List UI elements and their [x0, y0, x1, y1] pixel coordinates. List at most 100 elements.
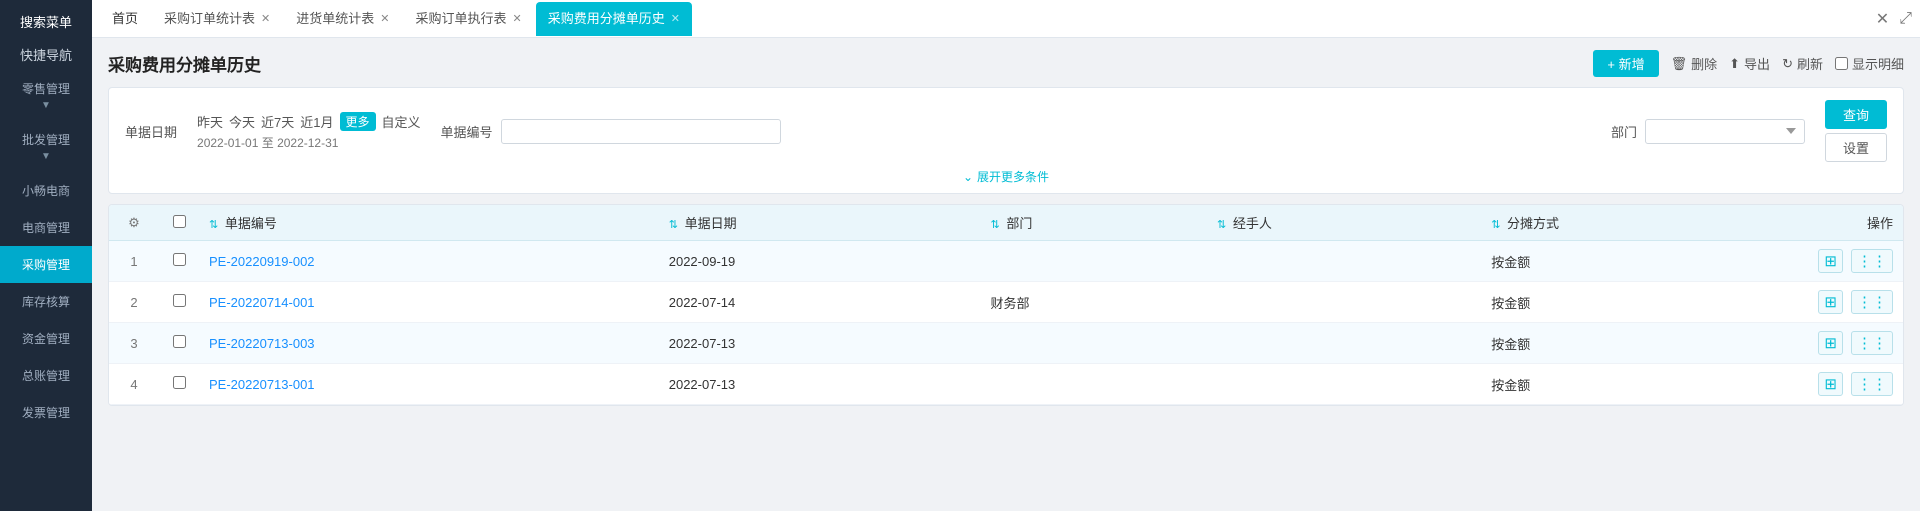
- table-header-row: ⚙ ⇅ 单据编号 ⇅ 单据日期: [109, 205, 1903, 241]
- shortcut-today[interactable]: 今天: [229, 112, 255, 131]
- row-checkbox[interactable]: [173, 253, 186, 266]
- shortcut-custom[interactable]: 自定义: [382, 112, 421, 131]
- doc-no-filter: 单据编号: [441, 119, 1591, 144]
- toolbar: + 新增 🗑 删除 ⬆ 导出 ↻ 刷新 显示明细: [1593, 50, 1904, 77]
- doc-no-link[interactable]: PE-20220713-001: [209, 377, 315, 392]
- sidebar-item-wholesale[interactable]: 批发管理 ▼: [0, 121, 92, 172]
- col-alloc-method: ⇅ 分摊方式: [1481, 205, 1803, 241]
- query-actions: 查询 设置: [1825, 100, 1887, 162]
- cell-checkbox: [159, 241, 199, 282]
- edit-icon[interactable]: ⋮⋮: [1851, 290, 1893, 314]
- cell-doc-date: 2022-07-13: [659, 364, 981, 405]
- fullscreen-icon[interactable]: ⤢: [1899, 10, 1912, 28]
- cell-doc-date: 2022-09-19: [659, 241, 981, 282]
- cell-checkbox: [159, 364, 199, 405]
- col-checkbox: [159, 205, 199, 241]
- sidebar-item-search[interactable]: 搜索菜单: [0, 0, 92, 39]
- edit-icon[interactable]: ⋮⋮: [1851, 249, 1893, 273]
- filter-row: 单据日期 昨天 今天 近7天 近1月 更多 自定义 2022-01-01 至 2…: [125, 100, 1887, 162]
- table-row: 4 PE-20220713-001 2022-07-13 按金额 ⊞ ⋮⋮: [109, 364, 1903, 405]
- col-handler: ⇅ 经手人: [1207, 205, 1481, 241]
- date-range-text: 2022-01-01 至 2022-12-31: [197, 134, 421, 151]
- edit-icon[interactable]: ⋮⋮: [1851, 331, 1893, 355]
- table-row: 3 PE-20220713-003 2022-07-13 按金额 ⊞ ⋮⋮: [109, 323, 1903, 364]
- cell-action: ⊞ ⋮⋮: [1803, 241, 1903, 282]
- cell-num: 4: [109, 364, 159, 405]
- delete-icon: 🗑: [1671, 56, 1688, 72]
- tab-purchase-cost-history[interactable]: 采购费用分摊单历史 ✕: [536, 2, 692, 36]
- close-icon[interactable]: ✕: [513, 2, 522, 36]
- setting-button[interactable]: 设置: [1825, 133, 1887, 162]
- dept-filter: 部门: [1611, 119, 1805, 144]
- row-checkbox[interactable]: [173, 335, 186, 348]
- row-checkbox[interactable]: [173, 376, 186, 389]
- tabs-bar: 首页 采购订单统计表 ✕ 进货单统计表 ✕ 采购订单执行表 ✕ 采购费用分摊单历…: [92, 0, 1920, 38]
- cell-alloc-method: 按金额: [1481, 241, 1803, 282]
- edit-icon[interactable]: ⋮⋮: [1851, 372, 1893, 396]
- sort-icon: ⇅: [669, 219, 678, 231]
- sidebar-item-retail[interactable]: 零售管理 ▼: [0, 70, 92, 121]
- view-icon[interactable]: ⊞: [1818, 331, 1843, 355]
- shortcut-7days[interactable]: 近7天: [261, 112, 294, 131]
- chevron-down-icon: ▼: [41, 151, 51, 162]
- cell-handler: [1207, 282, 1481, 323]
- sidebar-item-invoice[interactable]: 发票管理: [0, 394, 92, 431]
- doc-no-input[interactable]: [501, 119, 781, 144]
- show-columns-input[interactable]: [1835, 57, 1848, 70]
- refresh-button[interactable]: ↻ 刷新: [1782, 54, 1823, 73]
- sidebar-item-label: 库存核算: [22, 293, 70, 310]
- close-icon[interactable]: ✕: [671, 2, 680, 36]
- sidebar-item-quicknav[interactable]: 快捷导航: [0, 39, 92, 70]
- cell-doc-date: 2022-07-14: [659, 282, 981, 323]
- tab-home[interactable]: 首页: [100, 2, 150, 36]
- doc-no-link[interactable]: PE-20220919-002: [209, 254, 315, 269]
- gear-icon[interactable]: ⚙: [128, 215, 140, 230]
- dept-select[interactable]: [1645, 119, 1805, 144]
- view-icon[interactable]: ⊞: [1818, 372, 1843, 396]
- tab-purchase-order-exec[interactable]: 采购订单执行表 ✕: [403, 2, 533, 36]
- add-button[interactable]: + 新增: [1593, 50, 1658, 77]
- cell-action: ⊞ ⋮⋮: [1803, 282, 1903, 323]
- shortcut-1month[interactable]: 近1月: [300, 112, 333, 131]
- close-icon[interactable]: ✕: [380, 2, 389, 36]
- query-button[interactable]: 查询: [1825, 100, 1887, 129]
- data-table: ⚙ ⇅ 单据编号 ⇅ 单据日期: [109, 205, 1903, 405]
- sidebar-item-inventory[interactable]: 库存核算: [0, 283, 92, 320]
- sidebar-item-label: 批发管理: [22, 131, 70, 148]
- sidebar-item-purchase[interactable]: 采购管理: [0, 246, 92, 283]
- sidebar-item-finance[interactable]: 资金管理: [0, 320, 92, 357]
- show-columns-checkbox[interactable]: 显示明细: [1835, 54, 1904, 73]
- tab-purchase-order-stats[interactable]: 采购订单统计表 ✕: [152, 2, 282, 36]
- cell-dept: 财务部: [981, 282, 1208, 323]
- doc-no-link[interactable]: PE-20220714-001: [209, 295, 315, 310]
- col-doc-no: ⇅ 单据编号: [199, 205, 659, 241]
- table-row: 2 PE-20220714-001 2022-07-14 财务部 按金额 ⊞ ⋮…: [109, 282, 1903, 323]
- sidebar-item-mobile[interactable]: 小畅电商: [0, 172, 92, 209]
- expand-row: ⌄ 展开更多条件: [125, 168, 1887, 185]
- close-icon[interactable]: ✕: [261, 2, 270, 36]
- cell-alloc-method: 按金额: [1481, 282, 1803, 323]
- sidebar-item-label: 电商管理: [22, 219, 70, 236]
- sort-icon: ⇅: [991, 219, 1000, 231]
- export-button[interactable]: ⬆ 导出: [1729, 54, 1770, 73]
- date-shortcuts-row: 昨天 今天 近7天 近1月 更多 自定义: [197, 112, 421, 131]
- select-all-checkbox[interactable]: [173, 215, 186, 228]
- sidebar: 搜索菜单 快捷导航 零售管理 ▼ 批发管理 ▼ 小畅电商 电商管理 采购管理 库…: [0, 0, 92, 511]
- close-all-icon[interactable]: ✕: [1876, 9, 1889, 29]
- date-shortcuts: 昨天 今天 近7天 近1月 更多 自定义 2022-01-01 至 2022-1…: [197, 112, 421, 151]
- expand-conditions-button[interactable]: ⌄ 展开更多条件: [963, 168, 1049, 185]
- sidebar-item-ecommerce[interactable]: 电商管理: [0, 209, 92, 246]
- main-area: 首页 采购订单统计表 ✕ 进货单统计表 ✕ 采购订单执行表 ✕ 采购费用分摊单历…: [92, 0, 1920, 511]
- sidebar-item-ledger[interactable]: 总账管理: [0, 357, 92, 394]
- sort-icon: ⇅: [209, 219, 218, 231]
- tab-purchase-incoming-stats[interactable]: 进货单统计表 ✕: [284, 2, 401, 36]
- cell-num: 1: [109, 241, 159, 282]
- view-icon[interactable]: ⊞: [1818, 290, 1843, 314]
- cell-handler: [1207, 323, 1481, 364]
- view-icon[interactable]: ⊞: [1818, 249, 1843, 273]
- doc-no-link[interactable]: PE-20220713-003: [209, 336, 315, 351]
- shortcut-yesterday[interactable]: 昨天: [197, 112, 223, 131]
- delete-button[interactable]: 🗑 删除: [1671, 54, 1718, 73]
- row-checkbox[interactable]: [173, 294, 186, 307]
- shortcut-more[interactable]: 更多: [340, 112, 376, 131]
